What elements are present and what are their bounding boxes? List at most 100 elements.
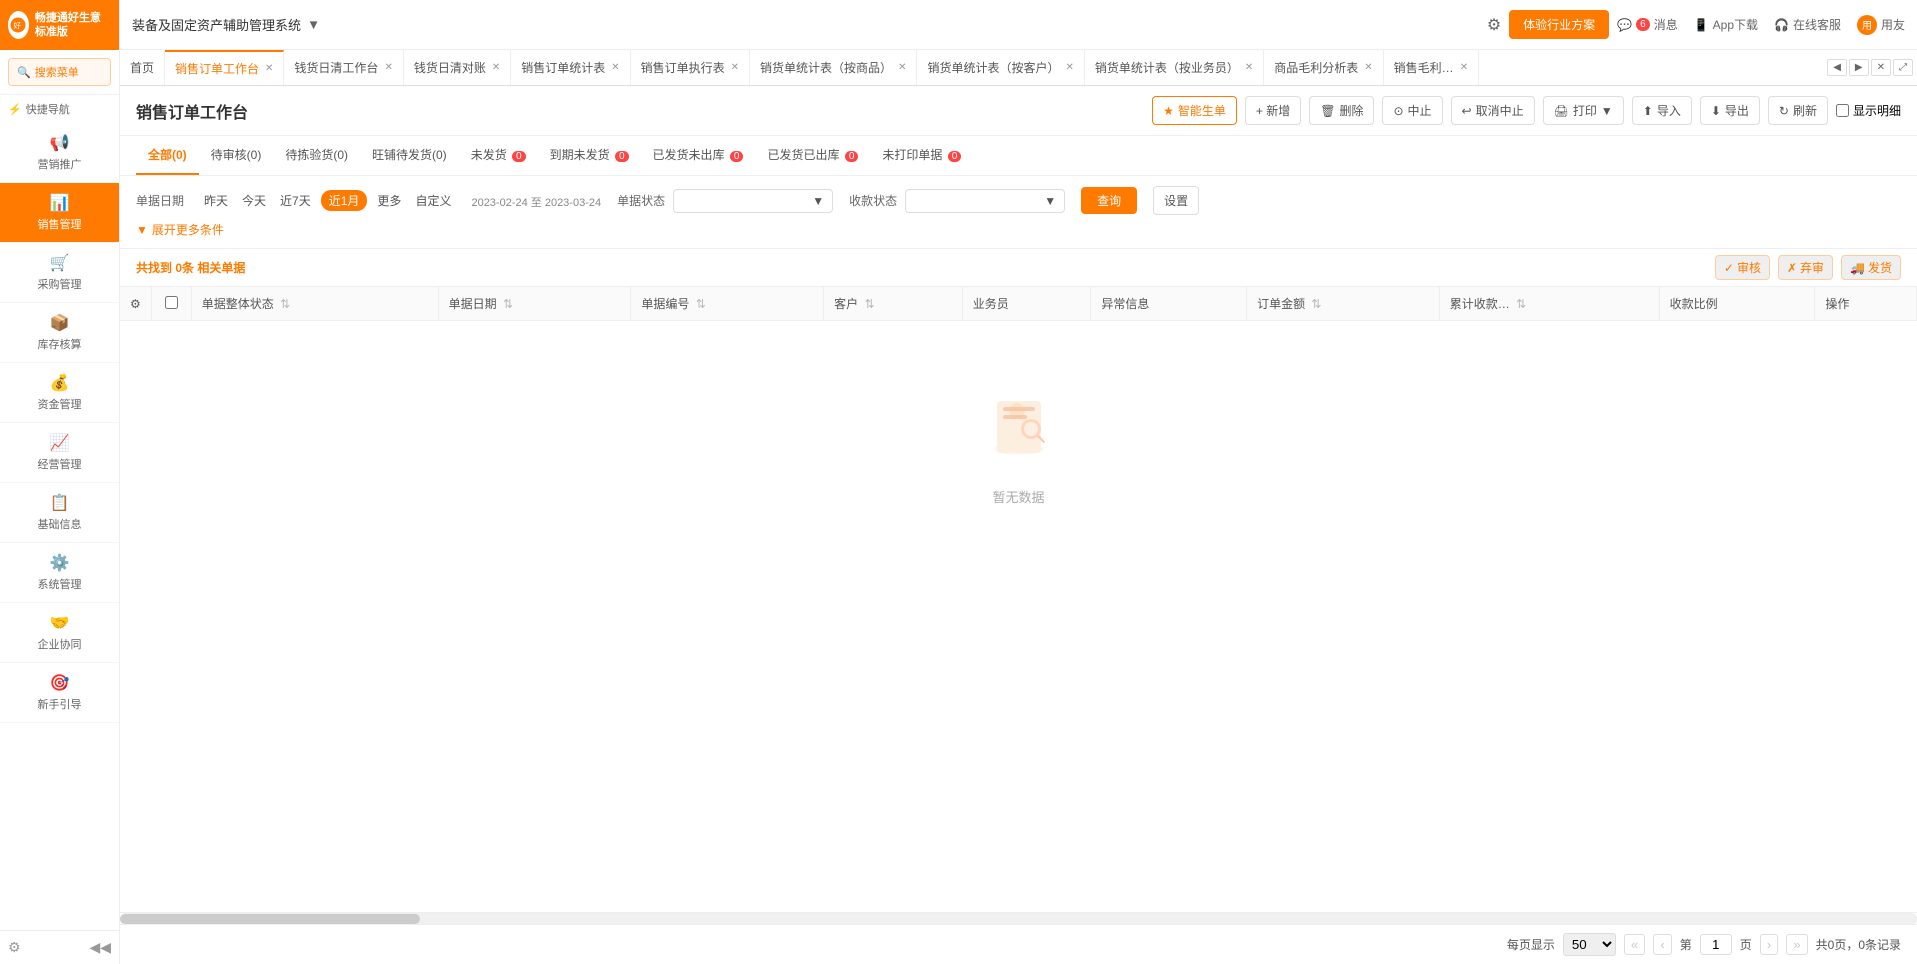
date-opt-custom[interactable]: 自定义 [411,190,455,211]
prev-page-button[interactable]: ‹ [1653,934,1671,955]
select-all-checkbox[interactable] [165,296,178,309]
filter-tab-shop-pending[interactable]: 旺铺待发货(0) [360,136,459,175]
filter-expand-btn[interactable]: ▼ 展开更多条件 [136,221,1901,238]
sidebar-item-basic[interactable]: 📋 基础信息 [0,483,119,543]
tab-money-reconcile-close[interactable]: ✕ [492,62,500,73]
tab-prev-button[interactable]: ◀ [1827,59,1847,76]
tab-money-clear-close[interactable]: ✕ [384,62,392,73]
tab-profit-analysis-close[interactable]: ✕ [1364,62,1372,73]
query-button[interactable]: 查询 [1081,187,1137,214]
tab-home[interactable]: 首页 [120,50,165,86]
show-detail-checkbox-label[interactable]: 显示明细 [1836,102,1901,119]
next-page-button[interactable]: › [1760,934,1778,955]
th-collected-sort[interactable]: ⇅ [1516,297,1526,311]
sidebar-item-purchase[interactable]: 🛒 采购管理 [0,243,119,303]
tab-goods-stat-customer-close[interactable]: ✕ [1065,62,1073,73]
date-opt-today[interactable]: 今天 [238,190,270,211]
add-button[interactable]: + 新增 [1245,96,1301,125]
online-service-item[interactable]: 🎧 在线客服 [1774,16,1841,33]
sidebar-item-inventory[interactable]: 📦 库存核算 [0,303,119,363]
import-button[interactable]: ⬆ 导入 [1632,96,1692,125]
print-button[interactable]: 🖨 打印 ▼ [1543,96,1624,125]
show-detail-checkbox[interactable] [1836,104,1849,117]
tab-sales-profit[interactable]: 销售毛利… ✕ [1384,50,1479,86]
message-icon: 💬 [1617,18,1632,32]
date-opt-more[interactable]: 更多 [373,190,405,211]
date-opt-7days[interactable]: 近7天 [276,190,315,211]
column-settings-icon[interactable]: ⚙ [130,297,141,311]
tab-goods-stat-customer[interactable]: 销货单统计表（按客户） ✕ [917,50,1084,86]
payment-filter-select[interactable]: ▼ [905,189,1065,213]
tab-goods-stat-staff[interactable]: 销货单统计表（按业务员） ✕ [1085,50,1264,86]
tabbar: 首页 销售订单工作台 ✕ 钱货日清工作台 ✕ 钱货日清对账 ✕ 销售订单统计表 … [120,50,1917,86]
th-customer-sort[interactable]: ⇅ [864,297,874,311]
ship-button[interactable]: 🚚 发货 [1841,255,1901,280]
app-download-item[interactable]: 📱 App下载 [1694,16,1758,33]
last-page-button[interactable]: » [1786,934,1807,955]
user-item[interactable]: 用 用友 [1857,15,1905,35]
settings-filter-button[interactable]: 设置 [1153,186,1199,215]
horizontal-scrollbar[interactable] [120,912,1917,924]
filter-tab-unprinted[interactable]: 未打印单据 0 [870,136,973,175]
tab-next-button[interactable]: ▶ [1849,59,1869,76]
cancel-approve-button[interactable]: ✗ 弃审 [1778,255,1833,280]
filter-tab-unshipped[interactable]: 未发货 0 [459,136,538,175]
tab-fullscreen-button[interactable]: ⤢ [1893,59,1913,76]
page-number-input[interactable] [1700,934,1732,955]
approve-button[interactable]: ✓ 审核 [1715,255,1770,280]
sidebar-item-sales[interactable]: 📊 销售管理 [0,183,119,243]
status-filter-select[interactable]: ▼ [673,189,833,213]
sidebar-item-management[interactable]: 📈 经营管理 [0,423,119,483]
tab-sales-workbench[interactable]: 销售订单工作台 ✕ [165,50,284,86]
cancel-stop-button[interactable]: ↩ 取消中止 [1451,96,1535,125]
th-collected-label: 累计收款… [1450,297,1510,311]
sidebar-item-cooperation[interactable]: 🤝 企业协同 [0,603,119,663]
system-dropdown-button[interactable]: ▼ [307,17,320,32]
tab-sales-exec[interactable]: 销售订单执行表 ✕ [631,50,750,86]
first-page-button[interactable]: « [1624,934,1645,955]
date-opt-1month[interactable]: 近1月 [321,190,368,211]
refresh-button[interactable]: ↻ 刷新 [1768,96,1828,125]
delete-button[interactable]: 🗑 删除 [1309,96,1374,125]
tab-sales-exec-close[interactable]: ✕ [731,62,739,73]
sidebar-item-finance[interactable]: 💰 资金管理 [0,363,119,423]
tab-profit-analysis[interactable]: 商品毛利分析表 ✕ [1264,50,1383,86]
filter-tab-all[interactable]: 全部(0) [136,136,199,175]
stop-button[interactable]: ⊙ 中止 [1382,96,1442,125]
tab-sales-profit-close[interactable]: ✕ [1460,62,1468,73]
th-number-sort[interactable]: ⇅ [696,297,706,311]
tab-close-all-button[interactable]: ✕ [1871,59,1891,76]
sidebar-item-marketing[interactable]: 📢 营销推广 [0,123,119,183]
page-size-select[interactable]: 50 10 20 100 [1563,933,1616,956]
tab-goods-stat-product[interactable]: 销货单统计表（按商品） ✕ [750,50,917,86]
smart-generate-button[interactable]: ★ 智能生单 [1152,96,1237,125]
th-amount-sort[interactable]: ⇅ [1311,297,1321,311]
export-button[interactable]: ⬇ 导出 [1700,96,1760,125]
tab-money-clear[interactable]: 钱货日清工作台 ✕ [284,50,403,86]
sidebar-settings-icon[interactable]: ⚙ [8,939,21,956]
quick-nav-item[interactable]: ⚡ 快捷导航 [0,95,119,123]
th-status-sort[interactable]: ⇅ [280,297,290,311]
tab-sales-stat-close[interactable]: ✕ [611,62,619,73]
tab-sales-stat[interactable]: 销售订单统计表 ✕ [511,50,630,86]
topbar-settings-icon[interactable]: ⚙ [1487,15,1501,35]
sidebar-collapse-icon[interactable]: ◀◀ [89,939,111,956]
search-menu-button[interactable]: 🔍 搜索菜单 [8,58,111,86]
industry-btn[interactable]: 体验行业方案 [1509,10,1609,39]
finance-icon: 💰 [50,373,70,393]
filter-tab-shipped-out[interactable]: 已发货已出库 0 [755,136,870,175]
scrollbar-thumb[interactable] [120,914,420,924]
filter-tab-pending-review[interactable]: 待审核(0) [199,136,274,175]
filter-tab-pending-inspect[interactable]: 待拣验货(0) [273,136,360,175]
sidebar-item-system[interactable]: ⚙️ 系统管理 [0,543,119,603]
sidebar-item-guide[interactable]: 🎯 新手引导 [0,663,119,723]
th-date-sort[interactable]: ⇅ [503,297,513,311]
filter-tab-shipped-not-out[interactable]: 已发货未出库 0 [641,136,756,175]
tab-sales-workbench-close[interactable]: ✕ [265,63,273,74]
tab-money-reconcile[interactable]: 钱货日清对账 ✕ [404,50,511,86]
message-item[interactable]: 💬 6 消息 [1617,16,1678,33]
date-opt-yesterday[interactable]: 昨天 [200,190,232,211]
tab-goods-stat-staff-close[interactable]: ✕ [1245,62,1253,73]
filter-tab-overdue-unshipped[interactable]: 到期未发货 0 [538,136,641,175]
tab-goods-stat-product-close[interactable]: ✕ [898,62,906,73]
